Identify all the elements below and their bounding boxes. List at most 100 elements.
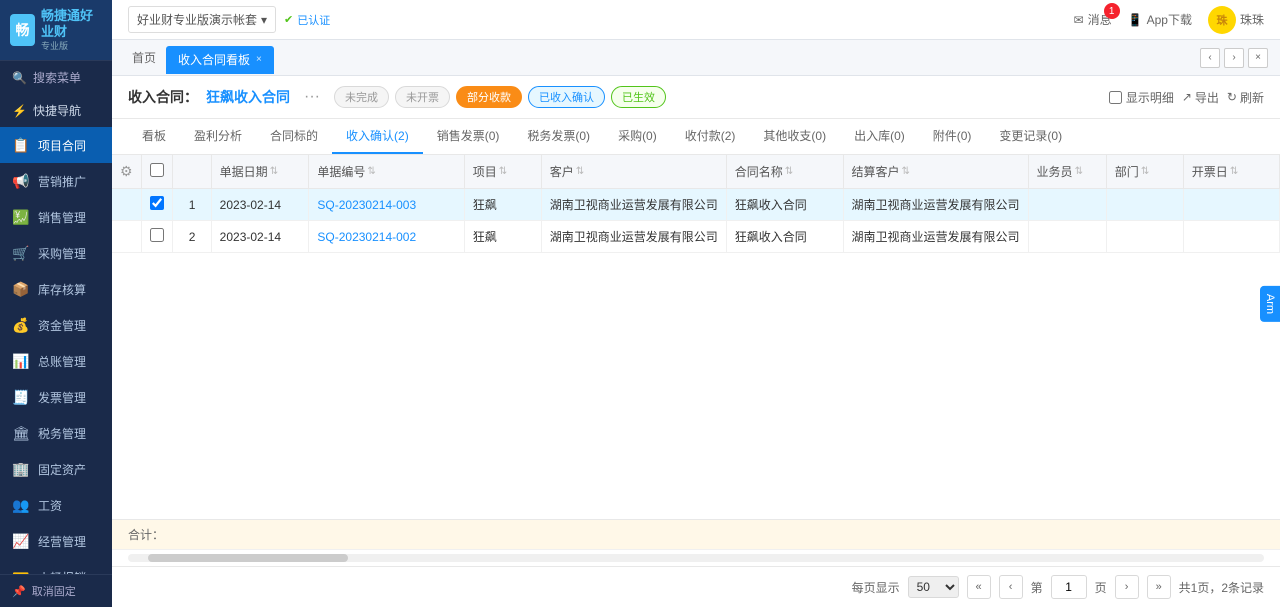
sort-icon-code[interactable]: ⇅ (367, 166, 375, 177)
status-unopened[interactable]: 未开票 (395, 86, 450, 108)
sub-tab-dashboard[interactable]: 看板 (128, 119, 180, 154)
sidebar-item-sales[interactable]: 💹 销售管理 (0, 199, 112, 235)
sub-tab-change-log[interactable]: 变更记录(0) (985, 119, 1076, 154)
sub-tab-income-confirm[interactable]: 收入确认(2) (332, 119, 423, 154)
home-tab[interactable]: 首页 (124, 49, 164, 66)
sidebar-item-marketing[interactable]: 📢 营销推广 (0, 163, 112, 199)
export-button[interactable]: ↗ 导出 (1182, 89, 1219, 106)
next-page-button[interactable]: › (1115, 575, 1139, 599)
sidebar-item-management[interactable]: 📈 经营管理 (0, 523, 112, 559)
row-checkbox[interactable] (150, 228, 164, 242)
certified-badge: ✔ 已认证 (284, 12, 330, 28)
show-detail-checkbox-area[interactable]: 显示明细 (1109, 89, 1174, 106)
row-code[interactable]: SQ-20230214-002 (309, 221, 464, 253)
sub-tab-tax-invoice[interactable]: 税务发票(0) (513, 119, 604, 154)
data-table: ⚙ 单据日期 ⇅ (112, 155, 1280, 253)
sub-tab-attachments[interactable]: 附件(0) (919, 119, 986, 154)
th-project-label: 项目 (473, 163, 497, 180)
horizontal-scrollbar[interactable] (112, 549, 1280, 566)
hr-icon: 👥 (12, 496, 30, 514)
active-tab[interactable]: 收入合同看板 × (166, 46, 274, 74)
sub-tab-sales-invoice[interactable]: 销售发票(0) (423, 119, 514, 154)
status-confirmed[interactable]: 已收入确认 (528, 86, 605, 108)
row-code-link[interactable]: SQ-20230214-003 (317, 198, 416, 212)
invoice-icon: 🧾 (12, 388, 30, 406)
prev-page-button[interactable]: ‹ (999, 575, 1023, 599)
sort-icon-open-date[interactable]: ⇅ (1230, 166, 1238, 177)
sidebar-footer[interactable]: 📌 取消固定 (0, 574, 112, 607)
tab-next-button[interactable]: › (1224, 48, 1244, 68)
sidebar-item-inventory[interactable]: 📦 库存核算 (0, 271, 112, 307)
right-float-button[interactable]: Arm (1260, 285, 1280, 321)
row-salesperson (1028, 189, 1106, 221)
scroll-thumb[interactable] (148, 554, 348, 562)
tab-close-button[interactable]: × (256, 54, 262, 65)
row-code-link[interactable]: SQ-20230214-002 (317, 230, 416, 244)
sort-icon-project[interactable]: ⇅ (499, 166, 507, 177)
sub-tab-other-income[interactable]: 其他收支(0) (749, 119, 840, 154)
username: 珠珠 (1240, 11, 1264, 28)
more-options-button[interactable]: ··· (300, 88, 324, 106)
show-detail-checkbox[interactable] (1109, 91, 1122, 104)
page-size-select[interactable]: 50 20 100 (908, 576, 959, 598)
sub-tab-payment[interactable]: 收付款(2) (671, 119, 750, 154)
sidebar-item-purchase[interactable]: 🛒 采购管理 (0, 235, 112, 271)
header-right-actions: 显示明细 ↗ 导出 ↻ 刷新 (1109, 89, 1264, 106)
sidebar-item-project-contract[interactable]: 📋 项目合同 (0, 127, 112, 163)
tab-prev-button[interactable]: ‹ (1200, 48, 1220, 68)
message-icon: ✉ (1074, 13, 1084, 27)
sub-tab-contract-standard[interactable]: 合同标的 (256, 119, 332, 154)
status-incomplete[interactable]: 未完成 (334, 86, 389, 108)
sort-icon-contract[interactable]: ⇅ (785, 166, 793, 177)
row-num: 1 (173, 189, 211, 221)
th-contract-label: 合同名称 (735, 163, 783, 180)
status-effective[interactable]: 已生效 (611, 86, 666, 108)
sub-tab-profit[interactable]: 盈利分析 (180, 119, 256, 154)
sidebar-item-capital[interactable]: 💰 资金管理 (0, 307, 112, 343)
table-row[interactable]: 2 2023-02-14 SQ-20230214-002 狂飙 湖南卫视商业运营… (112, 221, 1280, 253)
sidebar-item-tax[interactable]: 🏛 税务管理 (0, 415, 112, 451)
quick-nav-item[interactable]: ⚡ 快捷导航 (0, 94, 112, 127)
sidebar-item-hr[interactable]: 👥 工资 (0, 487, 112, 523)
sort-icon-salesperson[interactable]: ⇅ (1075, 166, 1083, 177)
sub-tab-warehouse[interactable]: 出入库(0) (840, 119, 919, 154)
first-page-button[interactable]: « (967, 575, 991, 599)
user-area[interactable]: 珠 珠珠 (1208, 6, 1264, 34)
row-checkbox-cell[interactable] (142, 189, 173, 221)
sort-icon-date[interactable]: ⇅ (270, 166, 278, 177)
search-menu-item[interactable]: 🔍 搜索菜单 (0, 61, 112, 94)
search-menu-label: 搜索菜单 (33, 69, 81, 86)
app-download-button[interactable]: 📱 App下载 (1128, 11, 1192, 28)
sort-icon-customer[interactable]: ⇅ (576, 166, 584, 177)
fixed-assets-icon: 🏢 (12, 460, 30, 478)
sort-icon-dept[interactable]: ⇅ (1141, 166, 1149, 177)
status-partial-collect[interactable]: 部分收款 (456, 86, 522, 108)
sidebar-item-fixed-assets[interactable]: 🏢 固定资产 (0, 451, 112, 487)
sidebar-item-invoice[interactable]: 🧾 发票管理 (0, 379, 112, 415)
sidebar-item-general-ledger[interactable]: 📊 总账管理 (0, 343, 112, 379)
certified-icon: ✔ (284, 13, 293, 26)
table-row[interactable]: 1 2023-02-14 SQ-20230214-003 狂飙 湖南卫视商业运营… (112, 189, 1280, 221)
row-checkbox[interactable] (150, 196, 164, 210)
table-body: 1 2023-02-14 SQ-20230214-003 狂飙 湖南卫视商业运营… (112, 189, 1280, 253)
sidebar-item-label: 资金管理 (38, 317, 86, 334)
th-date: 单据日期 ⇅ (211, 155, 309, 189)
row-result-customer: 湖南卫视商业运营发展有限公司 (843, 221, 1028, 253)
row-checkbox-cell[interactable] (142, 221, 173, 253)
sub-tab-purchase[interactable]: 采购(0) (604, 119, 671, 154)
active-tab-label: 收入合同看板 (178, 51, 250, 68)
row-date: 2023-02-14 (211, 189, 309, 221)
sort-icon-result-customer[interactable]: ⇅ (902, 166, 910, 177)
refresh-button[interactable]: ↻ 刷新 (1227, 89, 1264, 106)
row-code[interactable]: SQ-20230214-003 (309, 189, 464, 221)
show-detail-label: 显示明细 (1126, 89, 1174, 106)
message-button[interactable]: ✉ 消息 1 (1074, 11, 1112, 28)
sidebar-item-label: 固定资产 (38, 461, 86, 478)
last-page-button[interactable]: » (1147, 575, 1171, 599)
column-settings-icon[interactable]: ⚙ (120, 163, 133, 179)
select-all-checkbox[interactable] (150, 163, 164, 177)
company-selector[interactable]: 好业财专业版演示帐套 ▾ (128, 6, 276, 33)
tab-close-all-button[interactable]: × (1248, 48, 1268, 68)
page-number-input[interactable] (1051, 575, 1087, 599)
sidebar-item-expense[interactable]: 💳 小畅报销 (0, 559, 112, 574)
